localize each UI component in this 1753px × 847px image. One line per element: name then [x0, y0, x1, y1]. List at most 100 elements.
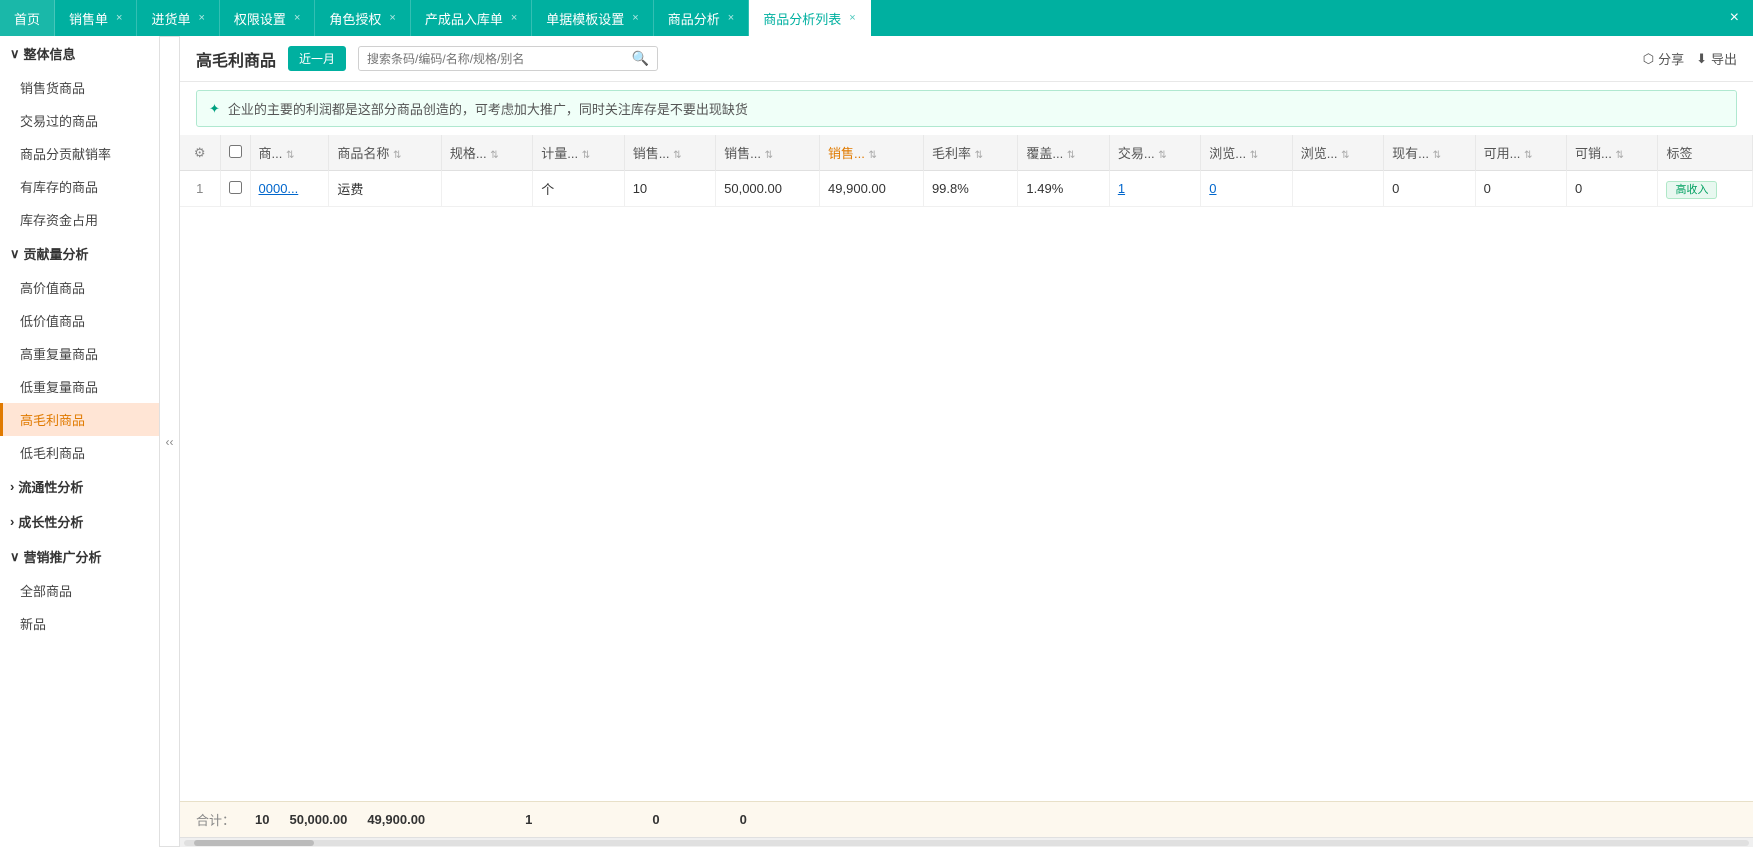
tab-role-auth[interactable]: 角色授权 × [315, 0, 410, 36]
search-icon[interactable]: 🔍 [632, 50, 649, 67]
col-settings[interactable]: ⚙ [180, 135, 220, 171]
sidebar-section-growth[interactable]: › 成长性分析 [0, 504, 159, 539]
close-tab-permission[interactable]: × [294, 12, 300, 24]
share-button[interactable]: ⬡ 分享 [1643, 49, 1684, 68]
col-tag[interactable]: 标签 [1658, 135, 1753, 171]
row-checkbox[interactable] [229, 181, 242, 194]
sidebar-section-liquidity[interactable]: › 流通性分析 [0, 469, 159, 504]
close-tab-sales-order[interactable]: × [116, 12, 122, 24]
sidebar-item-all-goods[interactable]: 全部商品 [0, 574, 159, 607]
footer-sales-amount: 50,000.00 [289, 812, 347, 827]
row-unit: 个 [533, 171, 624, 207]
col-browse2[interactable]: 浏览... ⇅ [1292, 135, 1383, 171]
col-browse1[interactable]: 浏览... ⇅ [1201, 135, 1292, 171]
sidebar-item-new-goods[interactable]: 新品 [0, 607, 159, 640]
col-current-stock[interactable]: 现有... ⇅ [1384, 135, 1475, 171]
col-spec[interactable]: 规格... ⇅ [441, 135, 532, 171]
col-sales-qty[interactable]: 销售... ⇅ [624, 135, 715, 171]
col-name[interactable]: 商品名称 ⇅ [329, 135, 442, 171]
sidebar-section-contribution[interactable]: ∨ 贡献量分析 [0, 236, 159, 271]
close-all-tabs[interactable]: × [1716, 0, 1753, 36]
sidebar-item-traded-goods[interactable]: 交易过的商品 [0, 104, 159, 137]
scroll-track [184, 840, 1749, 846]
tab-product-inbound[interactable]: 产成品入库单 × [411, 0, 532, 36]
sidebar-item-high-margin[interactable]: 高毛利商品 [0, 403, 159, 436]
row-browse1: 0 [1201, 171, 1292, 207]
scroll-thumb[interactable] [194, 840, 314, 846]
footer-available-stock: 0 [740, 812, 747, 827]
row-browse2 [1292, 171, 1383, 207]
col-sales-amount[interactable]: 销售... ⇅ [716, 135, 820, 171]
sidebar-section-marketing[interactable]: ∨ 营销推广分析 [0, 539, 159, 574]
page-title: 高毛利商品 [196, 47, 276, 71]
tab-product-analysis[interactable]: 商品分析 × [654, 0, 749, 36]
select-all-checkbox[interactable] [229, 145, 242, 158]
sidebar-item-sales-goods[interactable]: 销售货商品 [0, 71, 159, 104]
settings-icon[interactable]: ⚙ [194, 145, 206, 160]
row-current-stock: 0 [1384, 171, 1475, 207]
col-sales-profit[interactable]: 销售... ⇅ [820, 135, 924, 171]
tab-permission-settings[interactable]: 权限设置 × [220, 0, 315, 36]
col-saleable-stock[interactable]: 可销... ⇅ [1567, 135, 1658, 171]
tab-sales-order[interactable]: 销售单 × [55, 0, 137, 36]
row-name: 运费 [329, 171, 442, 207]
search-box[interactable]: 🔍 [358, 46, 658, 71]
data-table: ⚙ 商... ⇅ 商品名称 ⇅ [180, 135, 1753, 207]
filter-recent-month-button[interactable]: 近一月 [288, 46, 346, 71]
footer-sales-qty: 10 [255, 812, 269, 827]
sidebar-collapse-button[interactable]: ‹‹ [160, 36, 180, 847]
footer-label: 合计： [196, 810, 235, 829]
top-nav: 首页 销售单 × 进货单 × 权限设置 × 角色授权 × 产成品入库单 × 单据… [0, 0, 1753, 36]
sidebar-item-stocked-goods[interactable]: 有库存的商品 [0, 170, 159, 203]
close-tab-product-analysis-list[interactable]: × [849, 12, 855, 24]
row-available-stock: 0 [1475, 171, 1566, 207]
tab-template-settings[interactable]: 单据模板设置 × [532, 0, 653, 36]
export-icon: ⬇ [1696, 51, 1707, 67]
content-area: 高毛利商品 近一月 🔍 ⬡ 分享 ⬇ 导出 ✦ 企业的主要的利润都是这部分商品创… [180, 36, 1753, 847]
row-sales-qty: 10 [624, 171, 715, 207]
col-gross-margin[interactable]: 毛利率 ⇅ [923, 135, 1017, 171]
table-header-row: ⚙ 商... ⇅ 商品名称 ⇅ [180, 135, 1753, 171]
export-button[interactable]: ⬇ 导出 [1696, 49, 1737, 68]
sidebar-section-overall[interactable]: ∨ 整体信息 [0, 36, 159, 71]
row-checkbox-cell[interactable] [220, 171, 250, 207]
sidebar-item-high-value[interactable]: 高价值商品 [0, 271, 159, 304]
close-tab-product-inbound[interactable]: × [511, 12, 517, 24]
col-unit[interactable]: 计量... ⇅ [533, 135, 624, 171]
row-index: 1 [180, 171, 220, 207]
content-header: 高毛利商品 近一月 🔍 ⬡ 分享 ⬇ 导出 [180, 36, 1753, 82]
col-checkbox[interactable] [220, 135, 250, 171]
tab-product-analysis-list[interactable]: 商品分析列表 × [749, 0, 870, 36]
row-transactions: 1 [1109, 171, 1200, 207]
col-available-stock[interactable]: 可用... ⇅ [1475, 135, 1566, 171]
search-input[interactable] [367, 52, 626, 66]
tab-purchase-order[interactable]: 进货单 × [137, 0, 219, 36]
close-tab-purchase-order[interactable]: × [198, 12, 204, 24]
footer-current-stock: 0 [652, 812, 659, 827]
header-actions: ⬡ 分享 ⬇ 导出 [1643, 49, 1737, 68]
col-coverage[interactable]: 覆盖... ⇅ [1018, 135, 1109, 171]
info-banner: ✦ 企业的主要的利润都是这部分商品创造的，可考虑加大推广，同时关注库存是不要出现… [196, 90, 1737, 127]
row-tag: 高收入 [1658, 171, 1753, 207]
col-transactions[interactable]: 交易... ⇅ [1109, 135, 1200, 171]
horizontal-scrollbar[interactable] [180, 837, 1753, 847]
row-spec [441, 171, 532, 207]
table-row: 1 0000... 运费 个 10 50,000.00 49,90 [180, 171, 1753, 207]
footer-sales-profit: 49,900.00 [367, 812, 425, 827]
sidebar-item-low-value[interactable]: 低价值商品 [0, 304, 159, 337]
data-table-container: ⚙ 商... ⇅ 商品名称 ⇅ [180, 135, 1753, 801]
col-code[interactable]: 商... ⇅ [250, 135, 329, 171]
close-tab-role-auth[interactable]: × [389, 12, 395, 24]
row-saleable-stock: 0 [1567, 171, 1658, 207]
sidebar-item-high-repeat[interactable]: 高重复量商品 [0, 337, 159, 370]
row-code[interactable]: 0000... [250, 171, 329, 207]
close-tab-template[interactable]: × [632, 12, 638, 24]
row-gross-margin: 99.8% [923, 171, 1017, 207]
sidebar-item-stock-capital[interactable]: 库存资金占用 [0, 203, 159, 236]
tag-badge: 高收入 [1666, 181, 1717, 199]
sidebar-item-contribution-rate[interactable]: 商品分贡献销率 [0, 137, 159, 170]
close-tab-product-analysis[interactable]: × [728, 12, 734, 24]
sidebar-item-low-repeat[interactable]: 低重复量商品 [0, 370, 159, 403]
tab-home[interactable]: 首页 [0, 0, 55, 36]
sidebar-item-low-margin[interactable]: 低毛利商品 [0, 436, 159, 469]
